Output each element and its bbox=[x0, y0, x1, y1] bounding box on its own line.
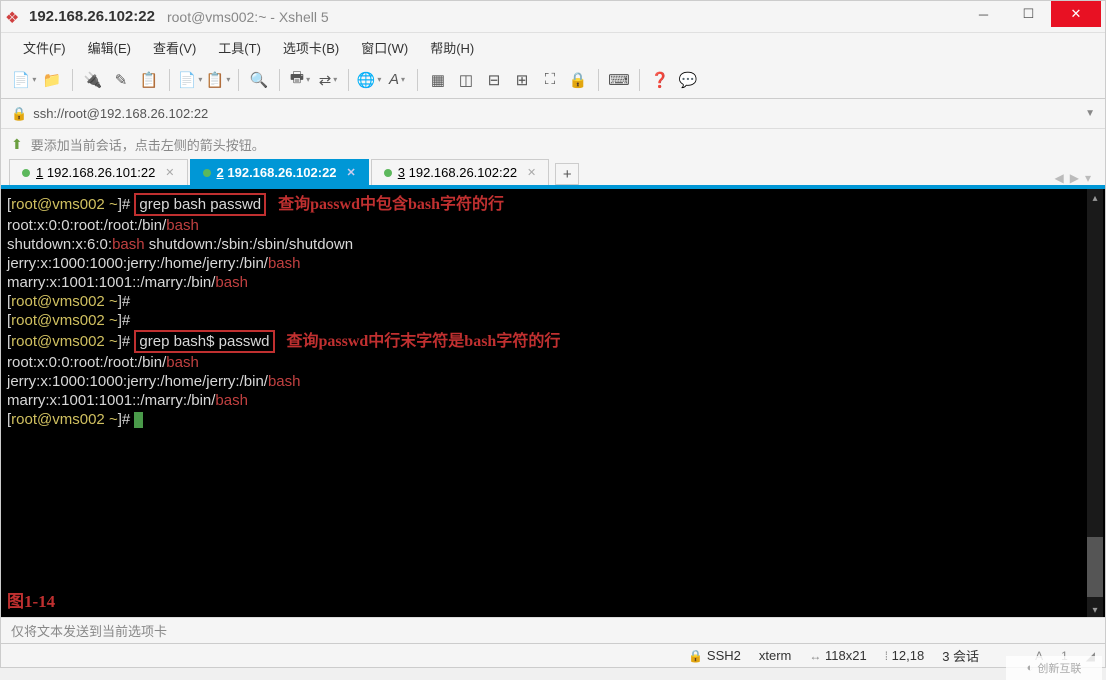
tab-close-icon[interactable]: ✕ bbox=[347, 166, 356, 179]
menu-edit[interactable]: 编辑(E) bbox=[78, 36, 141, 59]
status-term: xterm bbox=[759, 648, 792, 663]
menu-options[interactable]: 选项卡(B) bbox=[273, 36, 349, 59]
scroll-down-icon[interactable]: ▾ bbox=[1087, 601, 1103, 617]
globe-icon[interactable]: 🌐 bbox=[356, 67, 382, 93]
menu-tools[interactable]: 工具(T) bbox=[208, 36, 271, 59]
search-icon[interactable]: 🔍 bbox=[246, 67, 272, 93]
layout2-icon[interactable]: ◫ bbox=[453, 67, 479, 93]
layout3-icon[interactable]: ⊟ bbox=[481, 67, 507, 93]
hint-text: 要添加当前会话，点击左侧的箭头按钮。 bbox=[31, 135, 265, 154]
app-icon: ❖ bbox=[5, 8, 23, 26]
toolbar: 📄 📁 🔌 ✎ 📋 📄 📋 🔍 🖶 ⇄ 🌐 A ▦ ◫ ⊟ ⊞ ⛶ 🔒 ⌨ ❓ … bbox=[1, 61, 1105, 99]
annotation-1: 查询passwd中包含bash字符的行 bbox=[278, 196, 504, 213]
status-size: 118x21 bbox=[825, 648, 867, 663]
tab-close-icon[interactable]: ✕ bbox=[165, 166, 174, 179]
watermark-text: 创新互联 bbox=[1037, 660, 1081, 676]
disconnect-icon[interactable]: ✎ bbox=[108, 67, 134, 93]
title-sub: root@vms002:~ - Xshell 5 bbox=[167, 9, 329, 25]
session-tab-3[interactable]: 3 192.168.26.102:22 ✕ bbox=[371, 159, 550, 185]
tab-menu-icon[interactable]: ▾ bbox=[1085, 171, 1091, 185]
copy-icon[interactable]: 📄 bbox=[177, 67, 203, 93]
terminal-scrollbar[interactable]: ▴ ▾ bbox=[1087, 189, 1103, 617]
lock-icon: 🔒 bbox=[11, 106, 27, 122]
close-button[interactable]: ✕ bbox=[1051, 1, 1101, 27]
address-bar[interactable]: 🔒 ssh://root@192.168.26.102:22 ▼ bbox=[1, 99, 1105, 129]
send-hint: 仅将文本发送到当前选项卡 bbox=[11, 621, 167, 640]
status-sessions: 3 会话 bbox=[942, 646, 979, 665]
transfer-icon[interactable]: ⇄ bbox=[315, 67, 341, 93]
open-icon[interactable]: 📁 bbox=[39, 67, 65, 93]
maximize-button[interactable]: ☐ bbox=[1006, 1, 1051, 27]
lock-icon[interactable]: 🔒 bbox=[565, 67, 591, 93]
help-icon[interactable]: ❓ bbox=[647, 67, 673, 93]
reconnect-icon[interactable]: 🔌 bbox=[80, 67, 106, 93]
tab-bar: 1 192.168.26.101:22 ✕ 2 192.168.26.102:2… bbox=[1, 159, 1105, 189]
new-session-icon[interactable]: 📄 bbox=[11, 67, 37, 93]
watermark: ◐ 创新互联 bbox=[1006, 656, 1102, 680]
menu-help[interactable]: 帮助(H) bbox=[420, 36, 484, 59]
ssh-icon: 🔒 bbox=[688, 649, 703, 663]
annotation-2: 查询passwd中行末字符是bash字符的行 bbox=[287, 333, 561, 350]
watermark-icon: ◐ bbox=[1027, 662, 1034, 674]
hint-bar: ⬆ 要添加当前会话，点击左侧的箭头按钮。 bbox=[1, 129, 1105, 159]
title-ip: 192.168.26.102:22 bbox=[29, 8, 155, 25]
scroll-up-icon[interactable]: ▴ bbox=[1087, 189, 1103, 205]
cursor bbox=[134, 412, 143, 428]
send-bar[interactable]: 仅将文本发送到当前选项卡 bbox=[1, 617, 1105, 643]
status-proto: SSH2 bbox=[707, 648, 741, 663]
menu-view[interactable]: 查看(V) bbox=[143, 36, 206, 59]
size-icon: ↔ bbox=[809, 649, 821, 663]
keyboard-icon[interactable]: ⌨ bbox=[606, 67, 632, 93]
terminal[interactable]: [root@vms002 ~]# grep bash passwd查询passw… bbox=[1, 189, 1105, 617]
menu-window[interactable]: 窗口(W) bbox=[351, 36, 418, 59]
figure-label: 图1-14 bbox=[7, 592, 55, 611]
pos-icon: ⁞ bbox=[885, 649, 888, 663]
hint-arrow-icon[interactable]: ⬆ bbox=[11, 136, 23, 153]
chat-icon[interactable]: 💬 bbox=[675, 67, 701, 93]
tab-close-icon[interactable]: ✕ bbox=[527, 166, 536, 179]
dropdown-icon[interactable]: ▼ bbox=[1085, 108, 1095, 119]
menu-file[interactable]: 文件(F) bbox=[13, 36, 76, 59]
session-tab-1[interactable]: 1 192.168.26.101:22 ✕ bbox=[9, 159, 188, 185]
menubar: 文件(F) 编辑(E) 查看(V) 工具(T) 选项卡(B) 窗口(W) 帮助(… bbox=[1, 33, 1105, 61]
cmd1-box: grep bash passwd bbox=[134, 193, 266, 216]
status-pos: 12,18 bbox=[892, 648, 925, 663]
status-dot-icon bbox=[384, 169, 392, 177]
print-icon[interactable]: 🖶 bbox=[287, 67, 313, 93]
layout1-icon[interactable]: ▦ bbox=[425, 67, 451, 93]
minimize-button[interactable]: ─ bbox=[961, 1, 1006, 27]
layout4-icon[interactable]: ⊞ bbox=[509, 67, 535, 93]
properties-icon[interactable]: 📋 bbox=[136, 67, 162, 93]
tab-prev-icon[interactable]: ◀ bbox=[1055, 171, 1064, 185]
add-tab-button[interactable]: + bbox=[555, 163, 579, 185]
font-icon[interactable]: A bbox=[384, 67, 410, 93]
titlebar: ❖ 192.168.26.102:22 root@vms002:~ - Xshe… bbox=[1, 1, 1105, 33]
address-url[interactable]: ssh://root@192.168.26.102:22 bbox=[33, 106, 1085, 121]
status-dot-icon bbox=[22, 169, 30, 177]
fullscreen-icon[interactable]: ⛶ bbox=[537, 67, 563, 93]
scrollbar-thumb[interactable] bbox=[1087, 537, 1103, 597]
status-bar: 🔒 SSH2 xterm ↔ 118x21 ⁞ 12,18 3 会话 A 1 ◢ bbox=[1, 643, 1105, 667]
session-tab-2[interactable]: 2 192.168.26.102:22 ✕ bbox=[190, 159, 369, 185]
tab-next-icon[interactable]: ▶ bbox=[1070, 171, 1079, 185]
cmd2-box: grep bash$ passwd bbox=[134, 330, 274, 353]
status-dot-icon bbox=[203, 169, 211, 177]
paste-icon[interactable]: 📋 bbox=[205, 67, 231, 93]
